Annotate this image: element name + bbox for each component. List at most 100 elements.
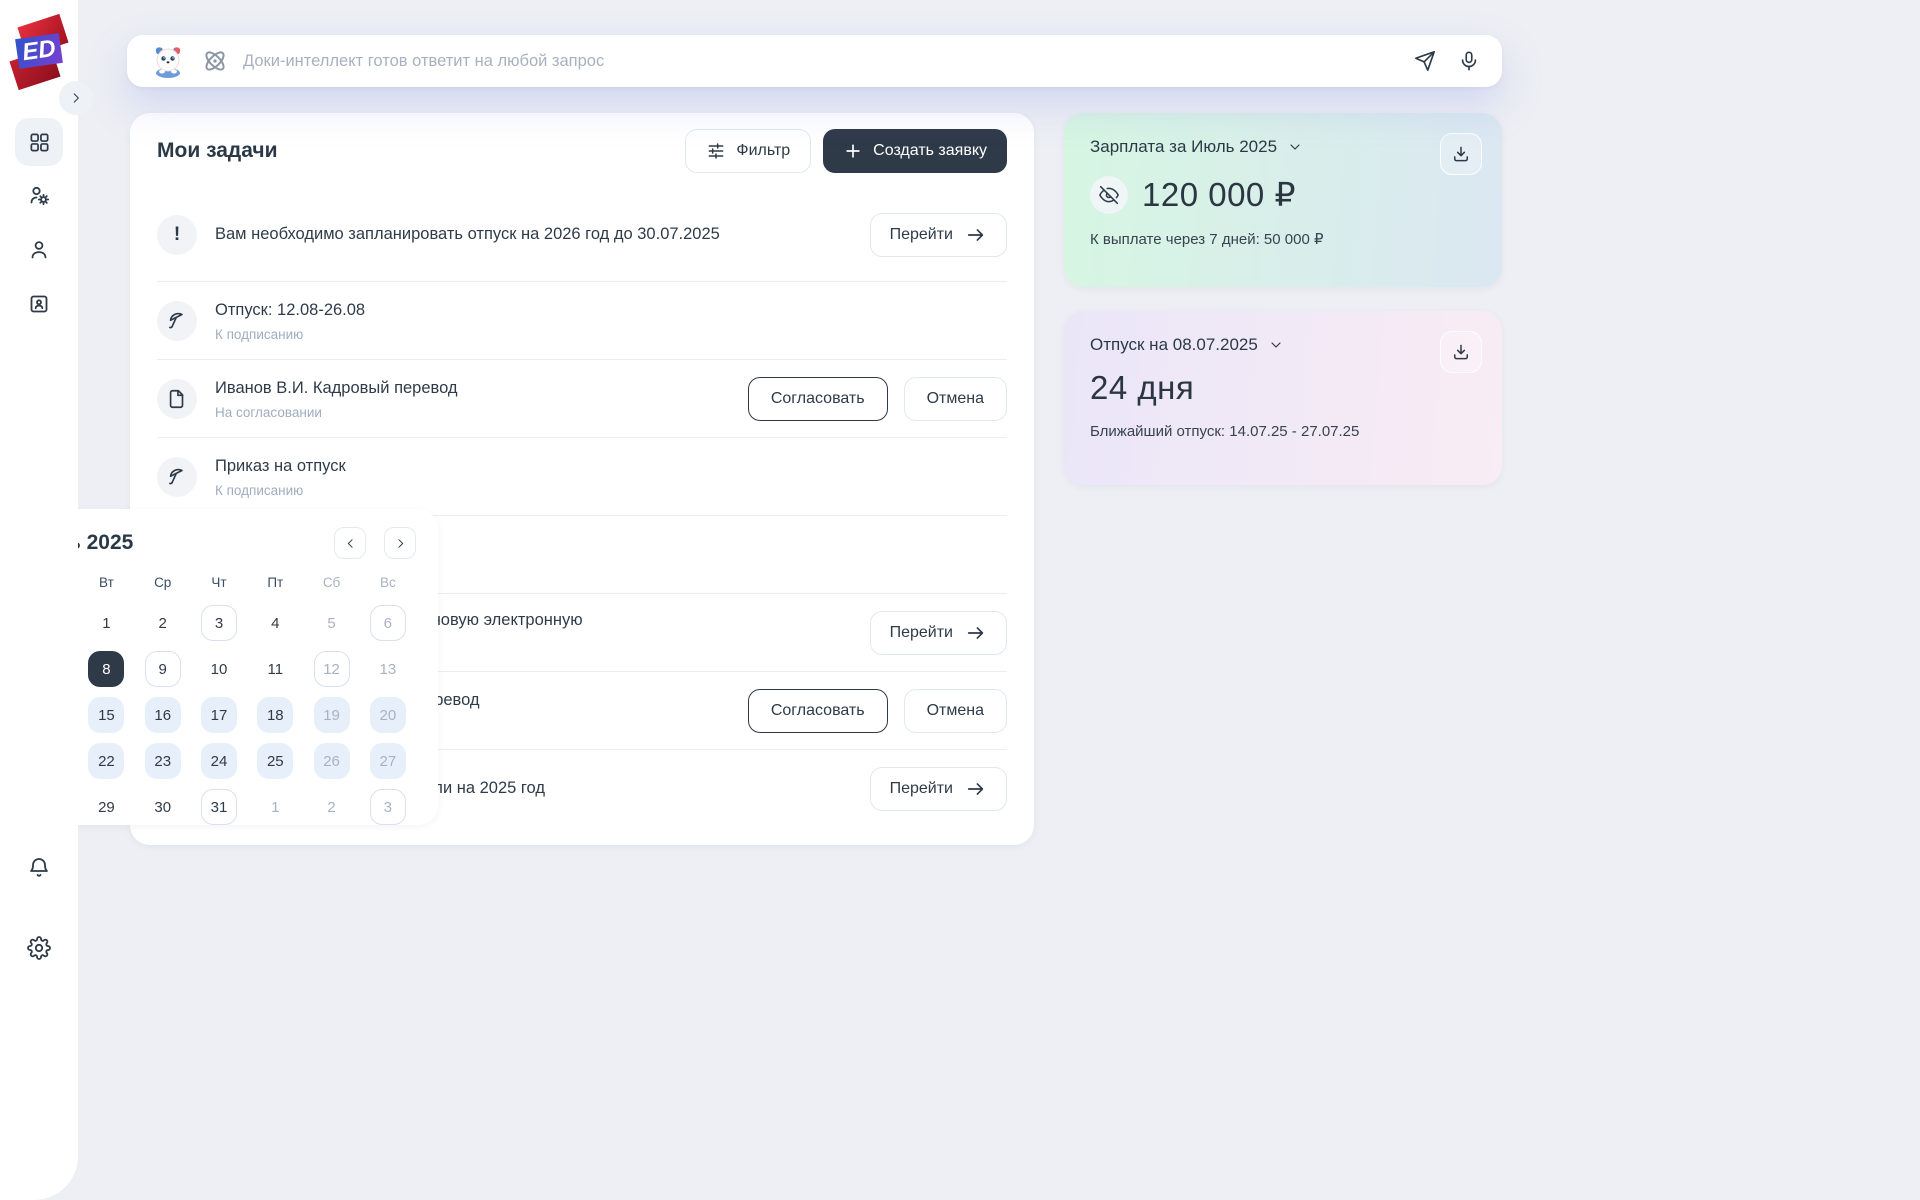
calendar-day[interactable]: 10	[201, 651, 237, 687]
task-row: Отпуск: 12.08-26.08 К подписанию	[157, 281, 1007, 359]
calendar-day[interactable]: 31	[200, 789, 237, 825]
task-row: Приказ на отпуск К подписанию	[157, 437, 1007, 515]
app-logo: ED	[9, 13, 69, 91]
mic-icon[interactable]	[1458, 50, 1480, 72]
sidebar-item-team-settings[interactable]	[15, 172, 63, 220]
salary-title: Зарплата за Июль 2025	[1090, 137, 1278, 156]
calendar-day[interactable]: 5	[314, 605, 350, 641]
chevron-down-icon	[1268, 337, 1284, 353]
calendar-day[interactable]: 17	[200, 697, 237, 733]
calendar-day[interactable]: 18	[257, 697, 294, 733]
calendar-day[interactable]: 19	[313, 697, 350, 733]
calendar-day[interactable]: 11	[257, 651, 293, 687]
vacation-date-selector[interactable]: Отпуск на 08.07.2025	[1090, 335, 1476, 355]
mascot-puppy	[149, 42, 187, 80]
salary-period-selector[interactable]: Зарплата за Июль 2025	[1090, 137, 1476, 157]
send-icon[interactable]	[1414, 50, 1436, 72]
sliders-icon	[706, 141, 726, 161]
calendar-next-button[interactable]	[384, 527, 416, 559]
calendar-grid: ПнВтСрЧтПтСбВс30123456789101112131415161…	[22, 575, 416, 825]
logo-text: ED	[20, 34, 58, 67]
calendar-day[interactable]: 13	[370, 651, 406, 687]
salary-note: К выплате через 7 дней: 50 000 ₽	[1090, 231, 1324, 248]
task-title: Иванов В.И. Кадровый перевод	[215, 378, 458, 397]
vacation-download-button[interactable]	[1440, 331, 1482, 373]
calendar-prev-button[interactable]	[334, 527, 366, 559]
umbrella-icon	[157, 456, 197, 497]
salary-amount: 120 000 ₽	[1142, 176, 1296, 213]
go-button[interactable]: Перейти	[869, 610, 1007, 655]
download-icon	[1451, 342, 1471, 362]
calendar-day[interactable]: 1	[257, 789, 293, 825]
user-gear-icon	[27, 184, 51, 208]
sidebar-item-dashboard[interactable]	[15, 118, 63, 166]
create-request-label: Создать заявку	[873, 142, 987, 159]
calendar-day[interactable]: 29	[88, 789, 124, 825]
assistant-search-bar[interactable]: Доки-интеллект готов ответит на любой за…	[127, 35, 1502, 87]
cancel-button[interactable]: Отмена	[903, 688, 1007, 733]
filter-label: Фильтр	[736, 142, 791, 159]
vacation-card: Отпуск на 08.07.2025 24 дня Ближайший от…	[1064, 311, 1502, 485]
sidebar-item-profile[interactable]	[15, 226, 63, 274]
salary-download-button[interactable]	[1440, 133, 1482, 175]
umbrella-icon	[157, 300, 197, 341]
sidebar-item-badge[interactable]	[15, 280, 63, 328]
id-card-icon	[27, 292, 51, 316]
hide-amount-button[interactable]	[1090, 175, 1128, 214]
sidebar-collapse-button[interactable]	[59, 81, 93, 115]
calendar-day[interactable]: 1	[88, 605, 124, 641]
cancel-button[interactable]: Отмена	[903, 376, 1007, 421]
grid-icon	[28, 131, 51, 154]
calendar-day[interactable]: 4	[257, 605, 293, 641]
salary-card: Зарплата за Июль 2025 120 000 ₽ К выплат…	[1064, 113, 1502, 287]
plus-icon	[843, 141, 863, 161]
calendar-weekday: Ср	[154, 575, 172, 590]
chevron-left-icon	[344, 537, 357, 550]
calendar-day[interactable]: 15	[88, 697, 125, 733]
bell-icon	[27, 856, 51, 880]
calendar-day[interactable]: 20	[369, 697, 406, 733]
calendar-day[interactable]: 3	[369, 789, 406, 825]
filter-button[interactable]: Фильтр	[685, 129, 812, 173]
calendar-day[interactable]: 12	[313, 651, 350, 687]
calendar-day[interactable]: 8	[88, 651, 125, 687]
document-icon	[157, 378, 197, 419]
calendar-day[interactable]: 3	[200, 605, 237, 641]
arrow-right-icon	[965, 622, 987, 644]
calendar-day[interactable]: 23	[144, 743, 181, 779]
calendar-day[interactable]: 9	[144, 651, 181, 687]
calendar-day[interactable]: 25	[257, 743, 294, 779]
go-button[interactable]: Перейти	[869, 213, 1007, 257]
chevron-right-icon	[394, 537, 407, 550]
notifications-button[interactable]	[15, 844, 63, 892]
approve-button[interactable]: Согласовать	[747, 376, 888, 421]
tasks-title: Мои задачи	[157, 139, 278, 162]
calendar-day[interactable]: 22	[88, 743, 125, 779]
calendar-day[interactable]: 16	[144, 697, 181, 733]
calendar-day[interactable]: 24	[200, 743, 237, 779]
calendar-day[interactable]: 30	[145, 789, 181, 825]
task-title: Отпуск: 12.08-26.08	[215, 300, 366, 319]
atom-icon	[201, 47, 229, 75]
go-button[interactable]: Перейти	[869, 766, 1007, 811]
arrow-right-icon	[965, 778, 987, 800]
vacation-title: Отпуск на 08.07.2025	[1090, 335, 1258, 354]
calendar-weekday: Пт	[267, 575, 284, 590]
calendar-weekday: Чт	[211, 575, 227, 590]
calendar-day[interactable]: 2	[145, 605, 181, 641]
calendar-day[interactable]: 2	[314, 789, 350, 825]
task-title: Приказ на отпуск	[215, 456, 346, 475]
calendar-day[interactable]: 26	[313, 743, 350, 779]
alert-icon: !	[157, 215, 197, 255]
task-status: К подписанию	[215, 327, 304, 343]
settings-button[interactable]	[15, 924, 63, 972]
gear-icon	[27, 936, 51, 960]
calendar-day[interactable]: 6	[369, 605, 406, 641]
go-label: Перейти	[889, 623, 953, 641]
create-request-button[interactable]: Создать заявку	[823, 129, 1007, 173]
task-row: Иванов В.И. Кадровый перевод На согласова…	[157, 359, 1007, 437]
vacation-note: Ближайший отпуск: 14.07.25 - 27.07.25	[1090, 423, 1360, 440]
approve-button[interactable]: Согласовать	[747, 688, 888, 733]
assistant-placeholder: Доки-интеллект готов ответит на любой за…	[243, 51, 605, 70]
calendar-day[interactable]: 27	[369, 743, 406, 779]
